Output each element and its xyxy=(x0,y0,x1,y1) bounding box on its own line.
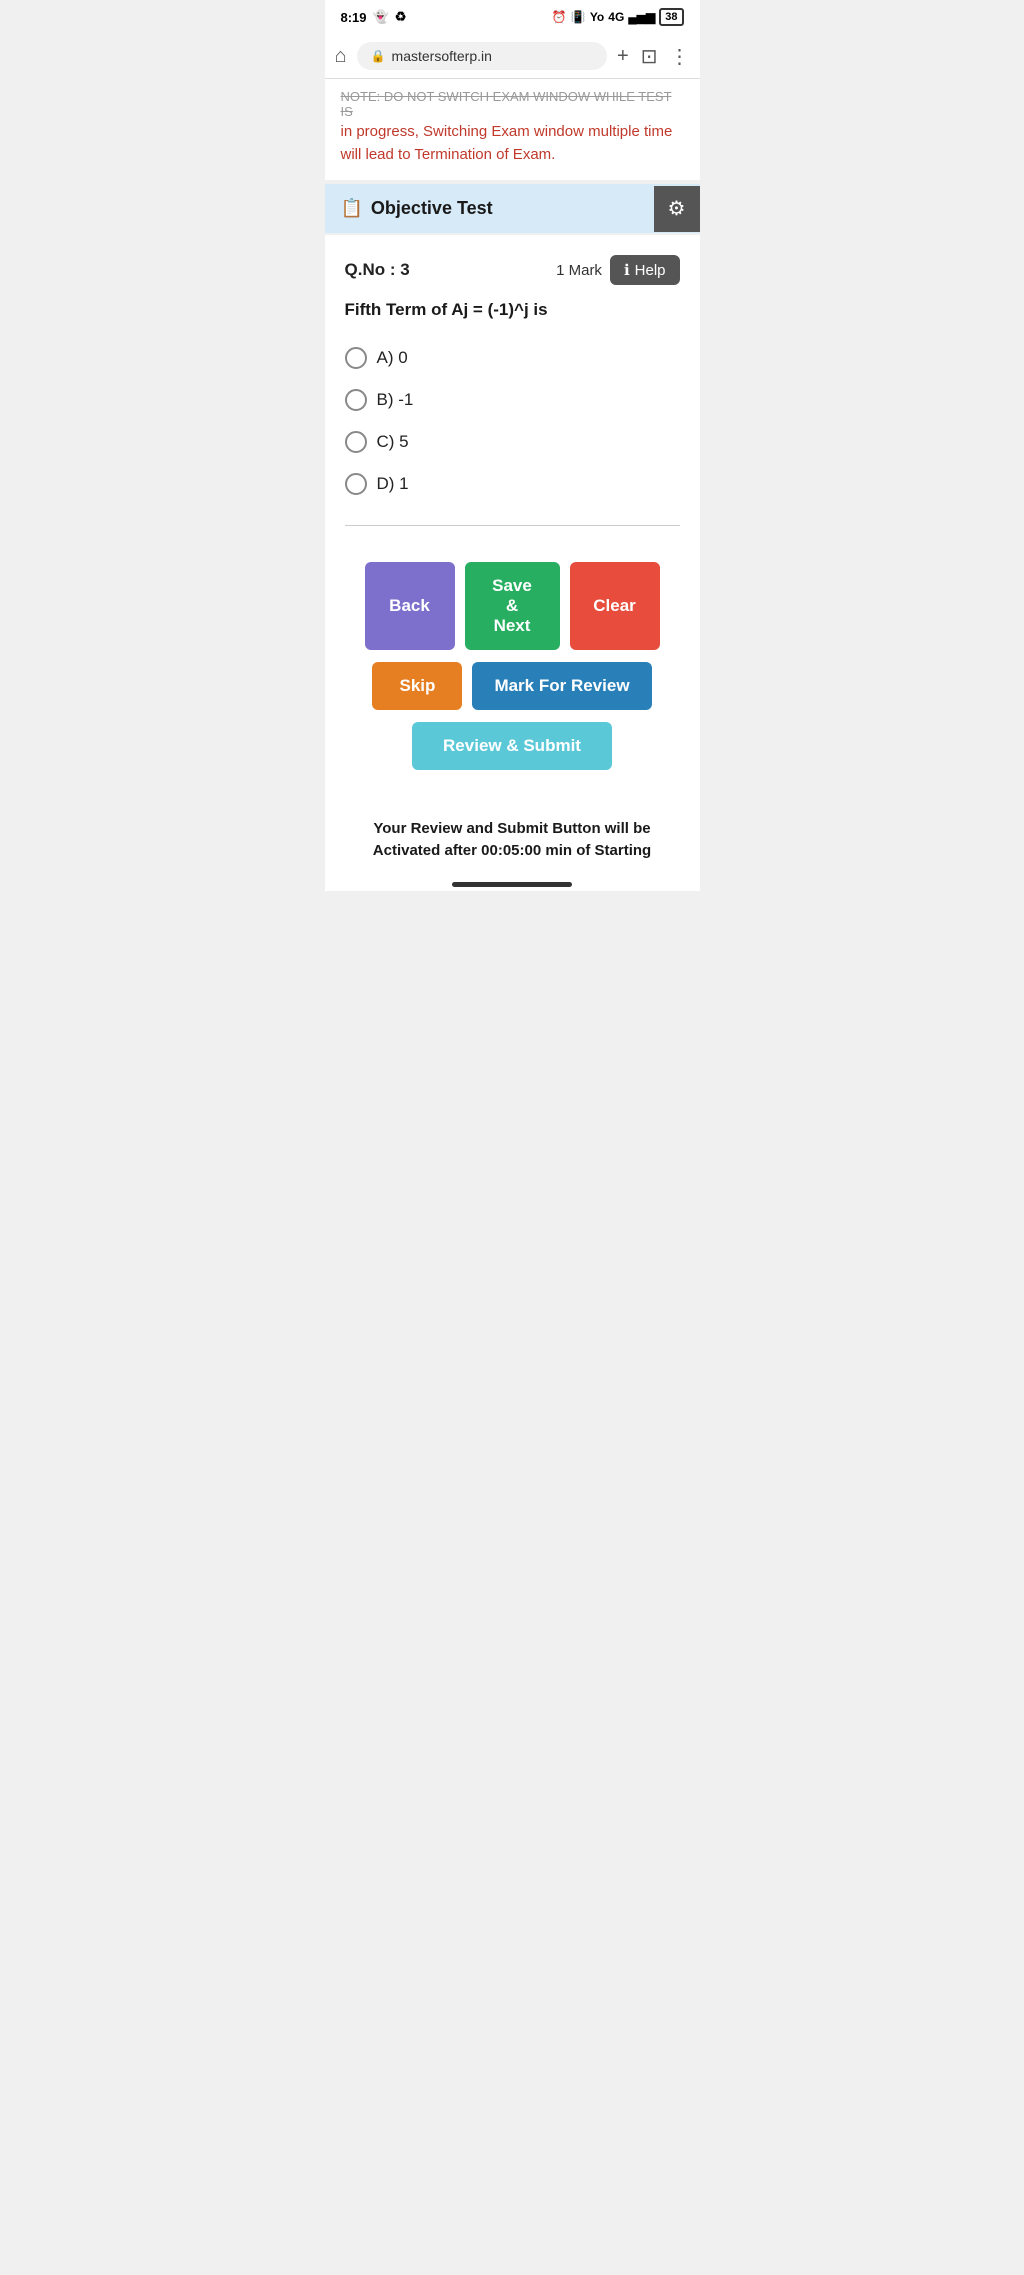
vibrate-icon: 📳 xyxy=(571,10,586,24)
radio-a[interactable] xyxy=(345,347,367,369)
back-button[interactable]: Back xyxy=(365,562,455,650)
wifi-icon: ♻ xyxy=(395,9,407,25)
time-display: 8:19 xyxy=(341,10,367,25)
marks-text: 1 Mark xyxy=(556,262,602,279)
option-a-label: A) 0 xyxy=(377,348,408,368)
signal-bars: ▄▅▆ xyxy=(628,10,655,24)
alarm-icon: ⏰ xyxy=(552,10,567,24)
objective-icon: 📋 xyxy=(341,198,363,219)
bottom-indicator xyxy=(452,882,572,887)
divider xyxy=(345,525,680,526)
btn-row-2: Skip Mark For Review xyxy=(365,662,660,710)
browser-bar: ⌂ 🔒 mastersofterp.in + ⊡ ⋮ xyxy=(325,34,700,79)
battery-display: 38 xyxy=(659,8,683,26)
footer-note-text: Your Review and Submit Button will be Ac… xyxy=(341,818,684,863)
option-d-label: D) 1 xyxy=(377,474,409,494)
radio-d[interactable] xyxy=(345,473,367,495)
action-buttons: Back Save & Next Clear Skip Mark For Rev… xyxy=(345,546,680,792)
btn-row-3: Review & Submit xyxy=(365,722,660,770)
warning-text-gray: NOTE: DO NOT SWITCH EXAM WINDOW WHILE TE… xyxy=(341,89,684,119)
ghost-icon: 👻 xyxy=(373,9,389,25)
mark-for-review-button[interactable]: Mark For Review xyxy=(472,662,651,710)
bottom-bar xyxy=(325,879,700,891)
help-button[interactable]: ℹ Help xyxy=(610,255,680,285)
settings-button[interactable]: ⚙ xyxy=(654,186,700,232)
skip-button[interactable]: Skip xyxy=(372,662,462,710)
tabs-icon[interactable]: ⊡ xyxy=(641,44,658,69)
help-label: Help xyxy=(635,262,666,279)
option-d[interactable]: D) 1 xyxy=(345,473,680,495)
url-bar[interactable]: 🔒 mastersofterp.in xyxy=(357,42,607,70)
network-display: 4G xyxy=(608,10,624,24)
option-b-label: B) -1 xyxy=(377,390,414,410)
option-a[interactable]: A) 0 xyxy=(345,347,680,369)
option-c[interactable]: C) 5 xyxy=(345,431,680,453)
radio-c[interactable] xyxy=(345,431,367,453)
home-icon[interactable]: ⌂ xyxy=(335,45,347,68)
review-submit-button[interactable]: Review & Submit xyxy=(412,722,612,770)
gear-icon: ⚙ xyxy=(668,196,686,221)
save-next-button[interactable]: Save & Next xyxy=(465,562,560,650)
status-bar: 8:19 👻 ♻ ⏰ 📳 Yo 4G ▄▅▆ 38 xyxy=(325,0,700,34)
new-tab-icon[interactable]: + xyxy=(617,45,629,68)
option-b[interactable]: B) -1 xyxy=(345,389,680,411)
objective-header: 📋 Objective Test ⚙ xyxy=(325,184,700,233)
radio-b[interactable] xyxy=(345,389,367,411)
warning-section: NOTE: DO NOT SWITCH EXAM WINDOW WHILE TE… xyxy=(325,79,700,180)
question-card: Q.No : 3 1 Mark ℹ Help Fifth Term of Aj … xyxy=(325,235,700,808)
btn-row-1: Back Save & Next Clear xyxy=(365,562,660,650)
question-text: Fifth Term of Aj = (-1)^j is xyxy=(345,297,680,323)
objective-title: Objective Test xyxy=(371,198,493,219)
question-meta: Q.No : 3 1 Mark ℹ Help xyxy=(345,255,680,285)
info-icon: ℹ xyxy=(624,261,630,279)
browser-icons: + ⊡ ⋮ xyxy=(617,44,689,69)
url-text: mastersofterp.in xyxy=(392,48,492,64)
lock-icon: 🔒 xyxy=(371,49,386,63)
menu-icon[interactable]: ⋮ xyxy=(670,44,690,69)
clear-button[interactable]: Clear xyxy=(570,562,660,650)
option-c-label: C) 5 xyxy=(377,432,409,452)
signal-icon: Yo xyxy=(590,10,604,24)
footer-note: Your Review and Submit Button will be Ac… xyxy=(325,808,700,879)
question-number: Q.No : 3 xyxy=(345,260,410,280)
options-list: A) 0 B) -1 C) 5 D) 1 xyxy=(345,347,680,515)
warning-text: in progress, Switching Exam window multi… xyxy=(341,121,684,166)
